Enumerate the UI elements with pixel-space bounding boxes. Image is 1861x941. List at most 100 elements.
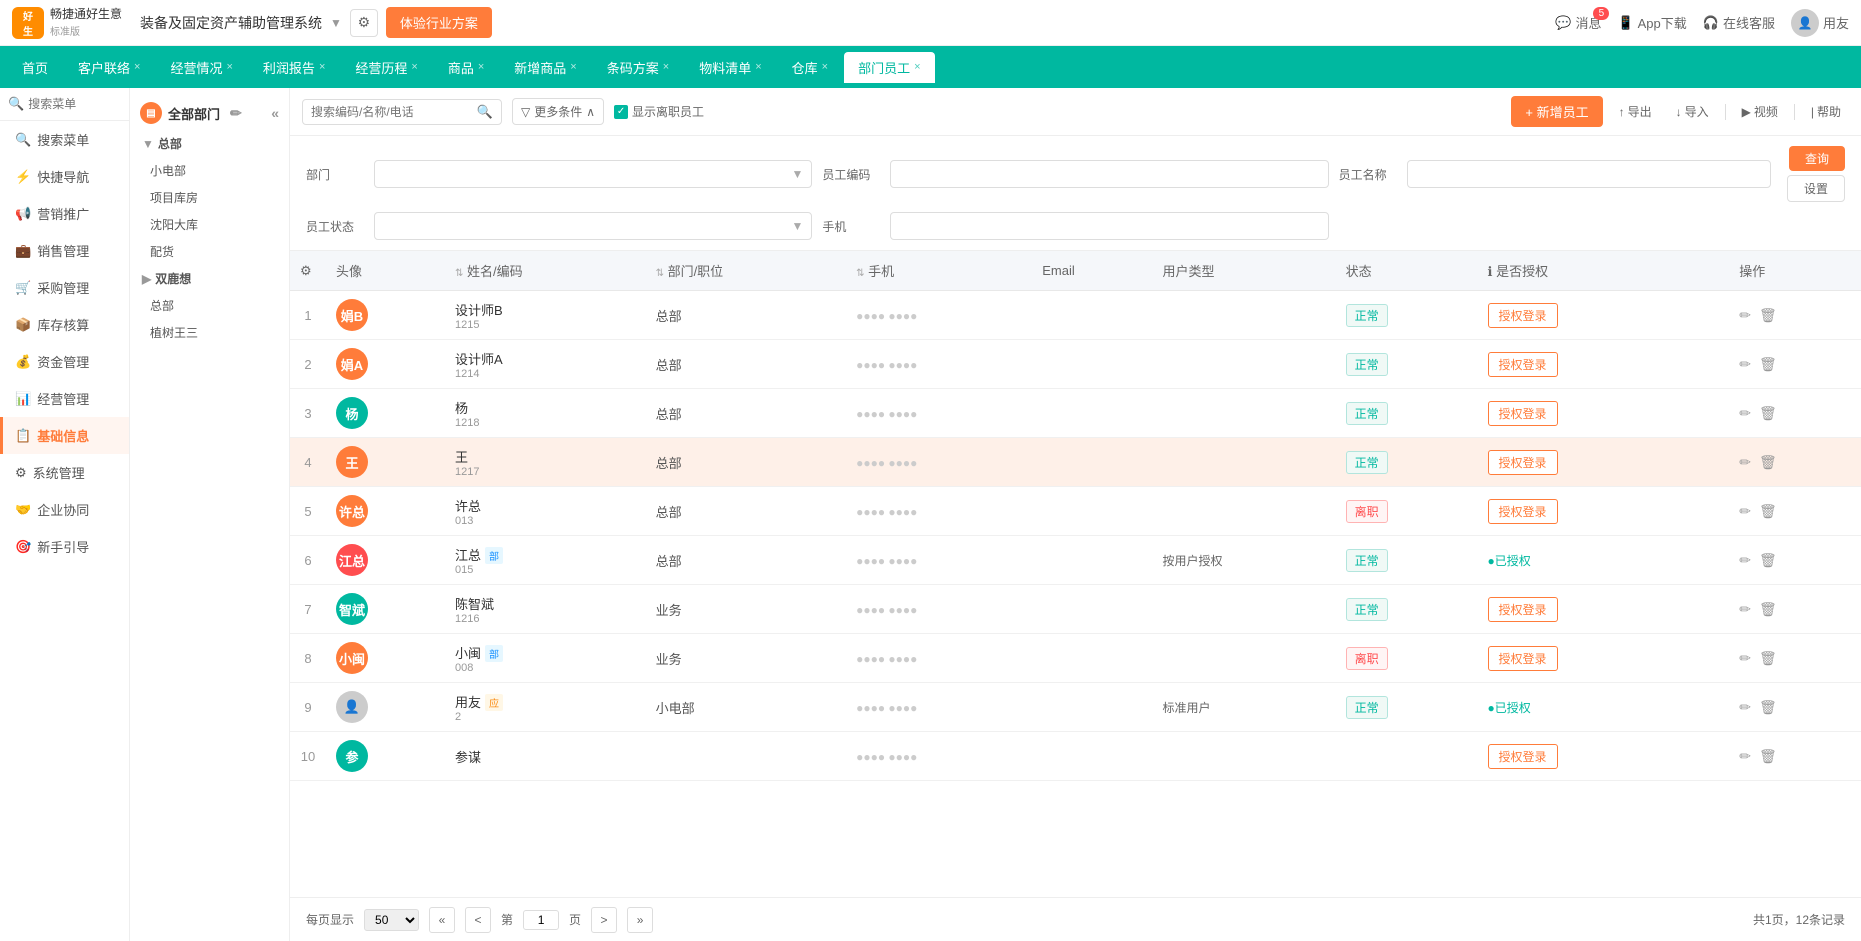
user-item[interactable]: 👤 用友 (1791, 9, 1849, 37)
trial-button[interactable]: 体验行业方案 (386, 7, 492, 38)
dropdown-arrow-icon[interactable]: ▼ (330, 16, 342, 30)
first-page-btn[interactable]: « (429, 907, 455, 933)
edit-icon[interactable]: ✏ (1739, 307, 1751, 324)
sidebar-item-8[interactable]: 📋 基础信息 (0, 417, 129, 454)
filter-code-input[interactable] (890, 160, 1328, 188)
edit-icon[interactable]: ✏ (1739, 699, 1751, 716)
filter-dept-input[interactable]: ▼ (374, 160, 812, 188)
sidebar-item-10[interactable]: 🤝 企业协同 (0, 491, 129, 528)
filter-more-btn[interactable]: ▽ 更多条件 ∧ (512, 98, 604, 125)
sidebar-item-3[interactable]: 💼 销售管理 (0, 232, 129, 269)
dept-item-xiaodian[interactable]: 小电部 (130, 157, 289, 184)
nav-tab-8[interactable]: 物料清单 × (685, 52, 775, 83)
nav-tab-10[interactable]: 部门员工 × (844, 52, 934, 83)
message-item[interactable]: 💬 消息 5 (1555, 13, 1601, 32)
filter-code-field[interactable] (899, 167, 1319, 181)
edit-icon[interactable]: ✏ (1739, 405, 1751, 422)
delete-icon[interactable]: 🗑 (1759, 503, 1777, 520)
delete-icon[interactable]: 🗑 (1759, 307, 1777, 324)
import-button[interactable]: ↓ 导入 (1668, 99, 1717, 124)
nav-tab-0[interactable]: 首页 (8, 52, 62, 83)
nav-tab-6[interactable]: 新增商品 × (500, 52, 590, 83)
nav-tab-4[interactable]: 经营历程 × (341, 52, 431, 83)
tab-close-icon[interactable]: × (822, 61, 828, 73)
nav-tab-2[interactable]: 经营情况 × (156, 52, 246, 83)
th-dept[interactable]: ⇅ 部门/职位 (646, 251, 847, 291)
nav-tab-3[interactable]: 利润报告 × (249, 52, 339, 83)
delete-icon[interactable]: 🗑 (1759, 552, 1777, 569)
tab-close-icon[interactable]: × (478, 61, 484, 73)
app-download-item[interactable]: 📱 App下载 (1617, 13, 1686, 32)
sidebar-item-5[interactable]: 📦 库存核算 (0, 306, 129, 343)
dept-item-shenyang[interactable]: 沈阳大库 (130, 211, 289, 238)
dept-group-shuanglu[interactable]: ▶ 双鹿想 (130, 265, 289, 292)
edit-icon[interactable]: ✏ (1739, 454, 1751, 471)
filter-phone-field[interactable] (899, 219, 1319, 233)
gear-button[interactable]: ⚙ (350, 9, 378, 37)
dept-item-zhishu[interactable]: 植树王三 (130, 319, 289, 346)
auth-button[interactable]: 授权登录 (1488, 401, 1558, 426)
delete-icon[interactable]: 🗑 (1759, 454, 1777, 471)
edit-icon[interactable]: ✏ (1739, 650, 1751, 667)
sidebar-item-2[interactable]: 📢 营销推广 (0, 195, 129, 232)
sidebar-item-6[interactable]: 💰 资金管理 (0, 343, 129, 380)
sidebar-item-1[interactable]: ⚡ 快捷导航 (0, 158, 129, 195)
prev-page-btn[interactable]: < (465, 907, 491, 933)
delete-icon[interactable]: 🗑 (1759, 601, 1777, 618)
auth-button[interactable]: 授权登录 (1488, 499, 1558, 524)
edit-icon[interactable]: ✏ (1739, 748, 1751, 765)
tab-close-icon[interactable]: × (663, 61, 669, 73)
filter-status-input[interactable]: ▼ (374, 212, 812, 240)
auth-button[interactable]: 授权登录 (1488, 744, 1558, 769)
delete-icon[interactable]: 🗑 (1759, 748, 1777, 765)
edit-icon[interactable]: ✏ (1739, 552, 1751, 569)
delete-icon[interactable]: 🗑 (1759, 405, 1777, 422)
auth-button[interactable]: 授权登录 (1488, 597, 1558, 622)
export-button[interactable]: ↑ 导出 (1611, 99, 1660, 124)
edit-icon[interactable]: ✏ (1739, 503, 1751, 520)
sidebar-item-4[interactable]: 🛒 采购管理 (0, 269, 129, 306)
view-button[interactable]: ▶ 视频 (1734, 99, 1786, 124)
tab-close-icon[interactable]: × (755, 61, 761, 73)
dept-item-zongbu2[interactable]: 总部 (130, 292, 289, 319)
delete-icon[interactable]: 🗑 (1759, 356, 1777, 373)
nav-tab-7[interactable]: 条码方案 × (593, 52, 683, 83)
tab-close-icon[interactable]: × (411, 61, 417, 73)
tab-close-icon[interactable]: × (134, 61, 140, 73)
th-name[interactable]: ⇅ 姓名/编码 (445, 251, 646, 291)
tab-close-icon[interactable]: × (226, 61, 232, 73)
th-phone[interactable]: ⇅ 手机 (846, 251, 1032, 291)
help-button[interactable]: | 帮助 (1803, 99, 1849, 124)
filter-name-input[interactable] (1407, 160, 1771, 188)
th-settings[interactable]: ⚙ (290, 251, 326, 291)
set-button[interactable]: 设置 (1787, 175, 1845, 202)
sidebar-search-input[interactable] (28, 97, 121, 111)
auth-button[interactable]: 授权登录 (1488, 303, 1558, 328)
auth-button[interactable]: 授权登录 (1488, 450, 1558, 475)
query-button[interactable]: 查询 (1789, 146, 1845, 171)
last-page-btn[interactable]: » (627, 907, 653, 933)
nav-tab-1[interactable]: 客户联络 × (64, 52, 154, 83)
search-submit-icon[interactable]: 🔍 (477, 104, 493, 120)
dept-group-zongbu[interactable]: ▼ 总部 (130, 130, 289, 157)
dept-edit-icon[interactable]: ✏ (230, 105, 242, 122)
dept-item-xiangmu[interactable]: 项目库房 (130, 184, 289, 211)
nav-tab-5[interactable]: 商品 × (434, 52, 498, 83)
nav-tab-9[interactable]: 仓库 × (778, 52, 842, 83)
show-resigned-wrap[interactable]: ✓ 显示离职员工 (614, 103, 704, 120)
auth-button[interactable]: 授权登录 (1488, 352, 1558, 377)
auth-button[interactable]: 授权登录 (1488, 646, 1558, 671)
delete-icon[interactable]: 🗑 (1759, 699, 1777, 716)
page-size-select[interactable]: 50 20 100 (364, 909, 419, 931)
page-input[interactable] (523, 910, 559, 930)
edit-icon[interactable]: ✏ (1739, 601, 1751, 618)
dept-collapse-icon[interactable]: « (271, 105, 279, 121)
tab-close-icon[interactable]: × (914, 61, 920, 73)
show-resigned-checkbox[interactable]: ✓ (614, 105, 628, 119)
filter-phone-input[interactable] (890, 212, 1328, 240)
sidebar-item-11[interactable]: 🎯 新手引导 (0, 528, 129, 565)
delete-icon[interactable]: 🗑 (1759, 650, 1777, 667)
search-input[interactable] (311, 105, 473, 119)
sidebar-item-7[interactable]: 📊 经营管理 (0, 380, 129, 417)
edit-icon[interactable]: ✏ (1739, 356, 1751, 373)
